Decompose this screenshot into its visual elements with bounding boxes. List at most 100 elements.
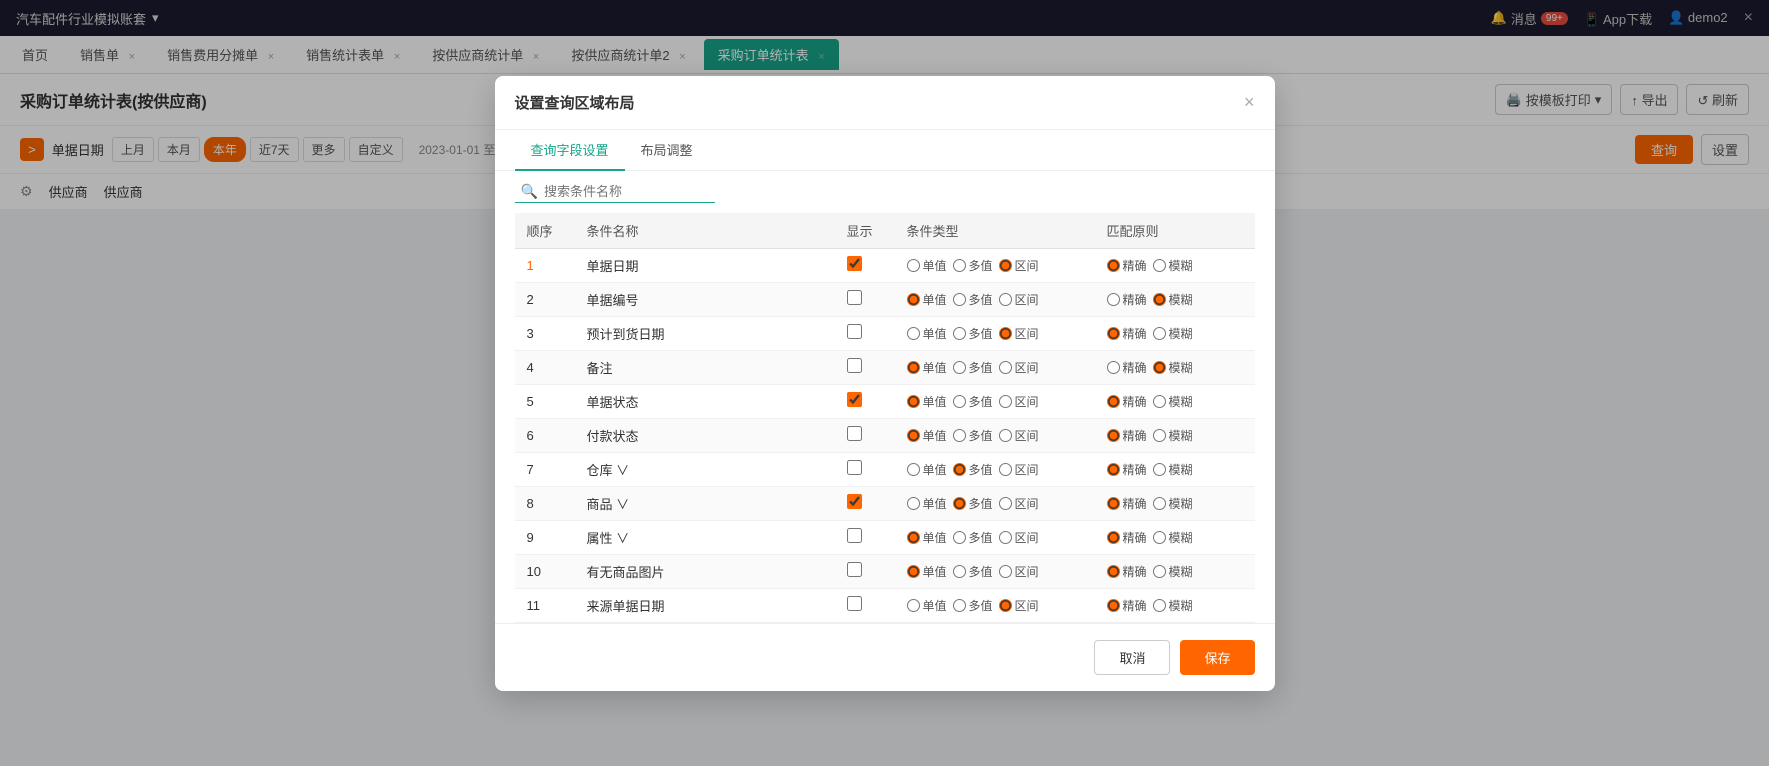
match-radio-模糊[interactable]: 模糊 — [1153, 563, 1193, 580]
display-checkbox[interactable] — [847, 528, 862, 543]
table-row: 1单据日期单值多值区间精确模糊 — [515, 248, 1255, 282]
type-radio-区间[interactable]: 区间 — [999, 529, 1039, 546]
match-radio-精确[interactable]: 精确 — [1107, 597, 1147, 614]
match-radio-精确[interactable]: 精确 — [1107, 563, 1147, 580]
match-radio-精确[interactable]: 精确 — [1107, 529, 1147, 546]
display-checkbox[interactable] — [847, 358, 862, 373]
type-radio-单值[interactable]: 单值 — [907, 325, 947, 342]
match-radio-精确[interactable]: 精确 — [1107, 359, 1147, 376]
match-radio-模糊[interactable]: 模糊 — [1153, 529, 1193, 546]
type-radio-单值[interactable]: 单值 — [907, 257, 947, 274]
row-order: 7 — [515, 452, 575, 486]
table-row: 5单据状态 单值多值区间 精确模糊 — [515, 384, 1255, 418]
search-input[interactable] — [544, 184, 704, 199]
th-order: 顺序 — [515, 213, 575, 249]
search-box: 🔍 — [495, 171, 1275, 213]
row-order: 10 — [515, 554, 575, 588]
match-radio-精确[interactable]: 精确 — [1107, 325, 1147, 342]
row-order: 9 — [515, 520, 575, 554]
row-display — [835, 316, 895, 350]
row-order: 1 — [515, 248, 575, 282]
type-radio-单值[interactable]: 单值 — [907, 359, 947, 376]
type-radio-单值[interactable]: 单值 — [907, 461, 947, 478]
dialog-tab-layout[interactable]: 布局调整 — [625, 130, 709, 171]
type-radio-单值[interactable]: 单值 — [907, 529, 947, 546]
type-radio-单值[interactable]: 单值 — [907, 495, 947, 512]
type-radio-单值[interactable]: 单值 — [907, 563, 947, 580]
display-checkbox[interactable] — [847, 426, 862, 441]
type-radio-区间[interactable]: 区间 — [999, 563, 1039, 580]
display-checkbox[interactable] — [847, 392, 862, 407]
match-radio-精确[interactable]: 精确 — [1107, 393, 1147, 410]
match-radio-模糊[interactable]: 模糊 — [1153, 495, 1193, 512]
display-checkbox[interactable] — [847, 256, 862, 271]
type-radio-区间[interactable]: 区间 — [999, 393, 1039, 410]
display-checkbox[interactable] — [847, 324, 862, 339]
match-radio-模糊[interactable]: 模糊 — [1153, 461, 1193, 478]
row-name: 属性 ∨ — [575, 520, 835, 554]
type-radio-单值[interactable]: 单值 — [907, 597, 947, 614]
type-radio-多值[interactable]: 多值 — [953, 427, 993, 444]
row-display — [835, 248, 895, 282]
display-checkbox[interactable] — [847, 460, 862, 475]
match-radio-精确[interactable]: 精确 — [1107, 495, 1147, 512]
dialog-tab-query-fields[interactable]: 查询字段设置 — [515, 130, 625, 171]
type-radio-区间[interactable]: 区间 — [999, 597, 1039, 614]
display-checkbox[interactable] — [847, 290, 862, 305]
type-radio-多值[interactable]: 多值 — [953, 325, 993, 342]
dialog-header: 设置查询区域布局 × — [495, 76, 1275, 130]
type-radio-区间[interactable]: 区间 — [999, 359, 1039, 376]
type-radio-多值[interactable]: 多值 — [953, 461, 993, 478]
type-radio-单值[interactable]: 单值 — [907, 393, 947, 410]
type-radio-单值[interactable]: 单值 — [907, 291, 947, 308]
row-type: 单值多值区间 — [895, 418, 1095, 452]
match-radio-精确[interactable]: 精确 — [1107, 257, 1147, 274]
match-radio-模糊[interactable]: 模糊 — [1153, 597, 1193, 614]
match-radio-模糊[interactable]: 模糊 — [1153, 393, 1193, 410]
type-radio-区间[interactable]: 区间 — [999, 291, 1039, 308]
dialog-tabs: 查询字段设置 布局调整 — [495, 130, 1275, 171]
row-name: 单据状态 — [575, 384, 835, 418]
row-name: 仓库 ∨ — [575, 452, 835, 486]
type-radio-区间[interactable]: 区间 — [999, 257, 1039, 274]
match-radio-精确[interactable]: 精确 — [1107, 427, 1147, 444]
save-button[interactable]: 保存 — [1180, 640, 1254, 675]
type-radio-单值[interactable]: 单值 — [907, 427, 947, 444]
row-order: 8 — [515, 486, 575, 520]
row-name: 备注 — [575, 350, 835, 384]
type-radio-多值[interactable]: 多值 — [953, 597, 993, 614]
row-match: 精确模糊 — [1095, 554, 1255, 588]
type-radio-区间[interactable]: 区间 — [999, 427, 1039, 444]
search-icon: 🔍 — [521, 183, 538, 200]
match-radio-精确[interactable]: 精确 — [1107, 291, 1147, 308]
type-radio-区间[interactable]: 区间 — [999, 495, 1039, 512]
match-radio-模糊[interactable]: 模糊 — [1153, 257, 1193, 274]
type-radio-多值[interactable]: 多值 — [953, 529, 993, 546]
type-radio-区间[interactable]: 区间 — [999, 461, 1039, 478]
match-radio-模糊[interactable]: 模糊 — [1153, 291, 1193, 308]
type-radio-多值[interactable]: 多值 — [953, 393, 993, 410]
display-checkbox[interactable] — [847, 494, 862, 509]
row-display — [835, 452, 895, 486]
row-name: 有无商品图片 — [575, 554, 835, 588]
type-radio-多值[interactable]: 多值 — [953, 359, 993, 376]
match-radio-模糊[interactable]: 模糊 — [1153, 427, 1193, 444]
type-radio-多值[interactable]: 多值 — [953, 291, 993, 308]
match-radio-模糊[interactable]: 模糊 — [1153, 325, 1193, 342]
match-radio-模糊[interactable]: 模糊 — [1153, 359, 1193, 376]
row-order: 5 — [515, 384, 575, 418]
row-match: 精确模糊 — [1095, 282, 1255, 316]
type-radio-多值[interactable]: 多值 — [953, 563, 993, 580]
display-checkbox[interactable] — [847, 562, 862, 577]
row-name: 商品 ∨ — [575, 486, 835, 520]
row-display — [835, 418, 895, 452]
type-radio-多值[interactable]: 多值 — [953, 257, 993, 274]
cancel-button[interactable]: 取消 — [1094, 640, 1170, 675]
display-checkbox[interactable] — [847, 596, 862, 611]
match-radio-精确[interactable]: 精确 — [1107, 461, 1147, 478]
type-radio-多值[interactable]: 多值 — [953, 495, 993, 512]
dialog-close-icon[interactable]: × — [1244, 92, 1255, 113]
type-radio-区间[interactable]: 区间 — [999, 325, 1039, 342]
row-name: 来源单据日期 — [575, 588, 835, 622]
row-match: 精确模糊 — [1095, 486, 1255, 520]
